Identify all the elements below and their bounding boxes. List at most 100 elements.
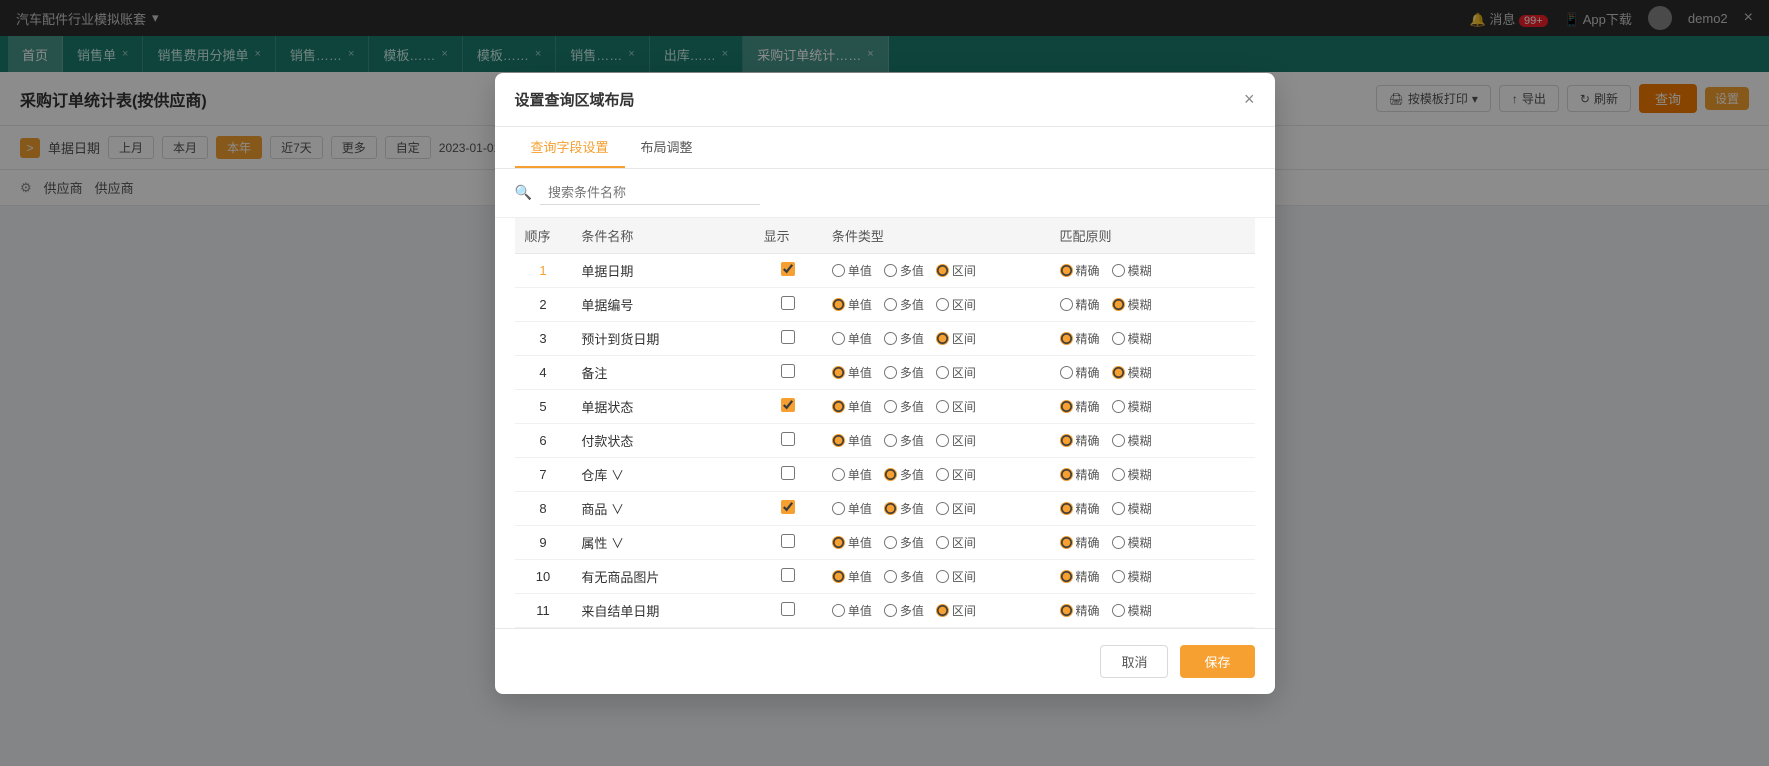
type-radio-区间[interactable] — [936, 264, 949, 277]
match-radio-模糊[interactable] — [1112, 570, 1125, 583]
type-radio-区间[interactable] — [936, 536, 949, 549]
match-radio-模糊[interactable] — [1112, 366, 1125, 379]
display-checkbox[interactable] — [781, 296, 795, 310]
match-radio-精确[interactable] — [1060, 570, 1073, 583]
type-radio-label-多值[interactable]: 多值 — [884, 330, 924, 347]
type-radio-label-多值[interactable]: 多值 — [884, 500, 924, 517]
type-radio-label-多值[interactable]: 多值 — [884, 466, 924, 483]
match-radio-label-模糊[interactable]: 模糊 — [1112, 262, 1152, 279]
type-radio-label-多值[interactable]: 多值 — [884, 364, 924, 381]
search-input[interactable] — [540, 181, 760, 205]
type-radio-label-单值[interactable]: 单值 — [832, 432, 872, 449]
type-radio-label-区间[interactable]: 区间 — [936, 500, 976, 517]
match-radio-模糊[interactable] — [1112, 502, 1125, 515]
type-radio-label-单值[interactable]: 单值 — [832, 568, 872, 585]
match-radio-label-精确[interactable]: 精确 — [1060, 398, 1100, 415]
match-radio-模糊[interactable] — [1112, 332, 1125, 345]
match-radio-label-模糊[interactable]: 模糊 — [1112, 500, 1152, 517]
match-radio-模糊[interactable] — [1112, 434, 1125, 447]
type-radio-多值[interactable] — [884, 570, 897, 583]
match-radio-精确[interactable] — [1060, 400, 1073, 413]
type-radio-label-多值[interactable]: 多值 — [884, 602, 924, 619]
match-radio-label-模糊[interactable]: 模糊 — [1112, 296, 1152, 313]
type-radio-label-单值[interactable]: 单值 — [832, 466, 872, 483]
match-radio-精确[interactable] — [1060, 536, 1073, 549]
type-radio-label-区间[interactable]: 区间 — [936, 466, 976, 483]
type-radio-label-区间[interactable]: 区间 — [936, 364, 976, 381]
match-radio-label-模糊[interactable]: 模糊 — [1112, 602, 1152, 619]
match-radio-label-模糊[interactable]: 模糊 — [1112, 364, 1152, 381]
match-radio-label-模糊[interactable]: 模糊 — [1112, 534, 1152, 551]
display-checkbox[interactable] — [781, 500, 795, 514]
type-radio-label-多值[interactable]: 多值 — [884, 432, 924, 449]
match-radio-模糊[interactable] — [1112, 400, 1125, 413]
type-radio-单值[interactable] — [832, 536, 845, 549]
type-radio-多值[interactable] — [884, 604, 897, 617]
type-radio-单值[interactable] — [832, 264, 845, 277]
type-radio-label-单值[interactable]: 单值 — [832, 602, 872, 619]
match-radio-label-精确[interactable]: 精确 — [1060, 602, 1100, 619]
match-radio-label-模糊[interactable]: 模糊 — [1112, 466, 1152, 483]
type-radio-区间[interactable] — [936, 604, 949, 617]
display-checkbox[interactable] — [781, 398, 795, 412]
type-radio-label-多值[interactable]: 多值 — [884, 534, 924, 551]
dialog-close-button[interactable]: × — [1244, 89, 1255, 110]
type-radio-多值[interactable] — [884, 264, 897, 277]
display-checkbox[interactable] — [781, 432, 795, 446]
type-radio-单值[interactable] — [832, 332, 845, 345]
match-radio-精确[interactable] — [1060, 298, 1073, 311]
type-radio-label-区间[interactable]: 区间 — [936, 296, 976, 313]
type-radio-单值[interactable] — [832, 366, 845, 379]
match-radio-模糊[interactable] — [1112, 264, 1125, 277]
match-radio-label-精确[interactable]: 精确 — [1060, 364, 1100, 381]
match-radio-label-精确[interactable]: 精确 — [1060, 466, 1100, 483]
match-radio-label-精确[interactable]: 精确 — [1060, 262, 1100, 279]
type-radio-区间[interactable] — [936, 502, 949, 515]
type-radio-label-区间[interactable]: 区间 — [936, 534, 976, 551]
cancel-button[interactable]: 取消 — [1100, 645, 1168, 678]
type-radio-单值[interactable] — [832, 468, 845, 481]
match-radio-label-精确[interactable]: 精确 — [1060, 568, 1100, 585]
type-radio-单值[interactable] — [832, 434, 845, 447]
type-radio-区间[interactable] — [936, 468, 949, 481]
type-radio-区间[interactable] — [936, 366, 949, 379]
type-radio-区间[interactable] — [936, 332, 949, 345]
type-radio-label-单值[interactable]: 单值 — [832, 296, 872, 313]
match-radio-label-精确[interactable]: 精确 — [1060, 500, 1100, 517]
match-radio-精确[interactable] — [1060, 264, 1073, 277]
save-button[interactable]: 保存 — [1180, 645, 1254, 678]
type-radio-label-区间[interactable]: 区间 — [936, 602, 976, 619]
type-radio-label-多值[interactable]: 多值 — [884, 398, 924, 415]
display-checkbox[interactable] — [781, 602, 795, 616]
type-radio-多值[interactable] — [884, 434, 897, 447]
type-radio-label-单值[interactable]: 单值 — [832, 330, 872, 347]
type-radio-单值[interactable] — [832, 298, 845, 311]
type-radio-多值[interactable] — [884, 298, 897, 311]
match-radio-精确[interactable] — [1060, 502, 1073, 515]
match-radio-精确[interactable] — [1060, 604, 1073, 617]
match-radio-label-模糊[interactable]: 模糊 — [1112, 330, 1152, 347]
match-radio-label-模糊[interactable]: 模糊 — [1112, 398, 1152, 415]
type-radio-label-单值[interactable]: 单值 — [832, 500, 872, 517]
match-radio-模糊[interactable] — [1112, 536, 1125, 549]
type-radio-单值[interactable] — [832, 604, 845, 617]
type-radio-label-区间[interactable]: 区间 — [936, 568, 976, 585]
display-checkbox[interactable] — [781, 262, 795, 276]
match-radio-label-模糊[interactable]: 模糊 — [1112, 568, 1152, 585]
match-radio-精确[interactable] — [1060, 468, 1073, 481]
display-checkbox[interactable] — [781, 568, 795, 582]
type-radio-单值[interactable] — [832, 400, 845, 413]
type-radio-多值[interactable] — [884, 332, 897, 345]
match-radio-模糊[interactable] — [1112, 298, 1125, 311]
display-checkbox[interactable] — [781, 534, 795, 548]
match-radio-label-精确[interactable]: 精确 — [1060, 432, 1100, 449]
match-radio-label-精确[interactable]: 精确 — [1060, 330, 1100, 347]
match-radio-精确[interactable] — [1060, 332, 1073, 345]
type-radio-多值[interactable] — [884, 366, 897, 379]
type-radio-label-单值[interactable]: 单值 — [832, 534, 872, 551]
match-radio-精确[interactable] — [1060, 434, 1073, 447]
type-radio-label-区间[interactable]: 区间 — [936, 262, 976, 279]
type-radio-label-区间[interactable]: 区间 — [936, 330, 976, 347]
type-radio-label-多值[interactable]: 多值 — [884, 296, 924, 313]
type-radio-label-多值[interactable]: 多值 — [884, 568, 924, 585]
